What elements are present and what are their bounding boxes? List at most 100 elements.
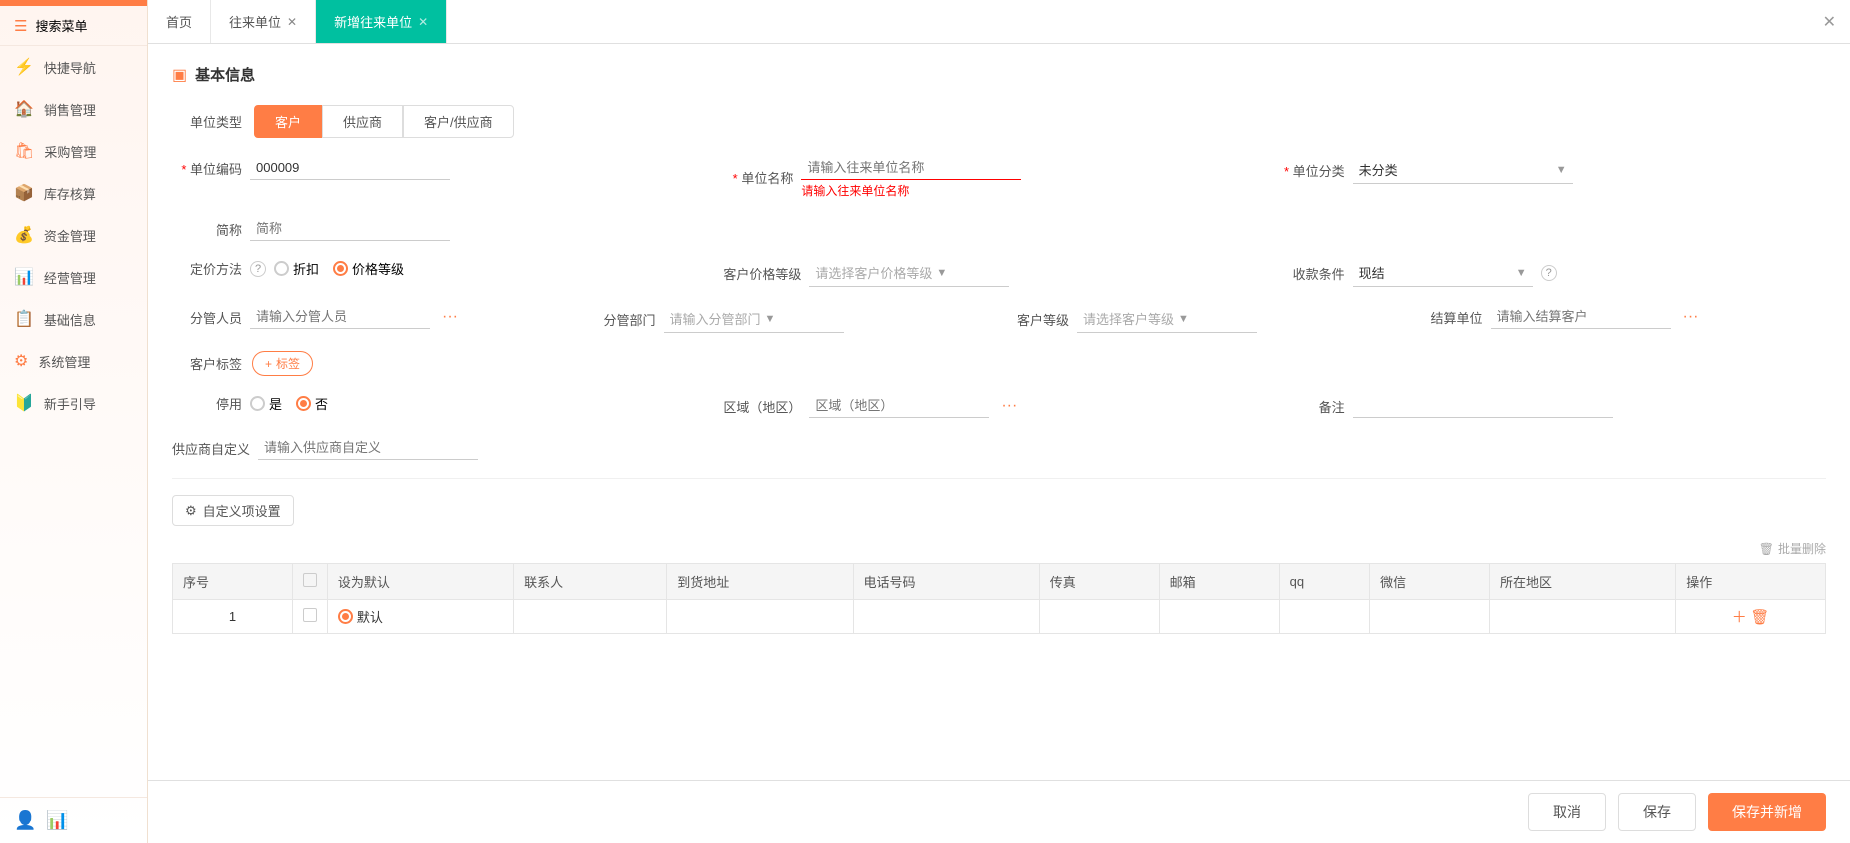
region-label: 区域（地区） (723, 397, 801, 416)
tab-partners-label: 往来单位 (229, 12, 281, 31)
tab-home[interactable]: 首页 (148, 0, 211, 43)
settlement-more-btn[interactable]: ··· (1679, 308, 1703, 326)
sidebar-item-finance[interactable]: 💰 资金管理 (0, 214, 147, 256)
radio-default[interactable]: 默认 (338, 607, 503, 626)
remarks-input[interactable] (1353, 394, 1613, 418)
purchase-icon: 🛍 (14, 141, 34, 161)
pricing-help-icon[interactable]: ? (250, 261, 266, 277)
radio-price-level-label: 价格等级 (352, 259, 404, 278)
tab-home-label: 首页 (166, 12, 192, 31)
row-fax (1039, 600, 1159, 634)
row-add-btn[interactable]: ＋ (1732, 606, 1747, 627)
tab-bar: 首页 往来单位 ✕ 新增往来单位 ✕ ✕ (148, 0, 1850, 44)
unit-category-select[interactable]: 未分类 ▼ (1353, 156, 1573, 184)
tab-new-partner-label: 新增往来单位 (334, 12, 412, 31)
radio-yes[interactable]: 是 (250, 394, 282, 413)
sidebar-item-sales[interactable]: 🏠 销售管理 (0, 88, 147, 130)
tab-partners-close[interactable]: ✕ (287, 15, 297, 29)
row-checkbox-cell (292, 600, 327, 634)
unit-btn-both[interactable]: 客户/供应商 (403, 105, 514, 138)
short-name-row: 简称 (172, 217, 1826, 241)
department-select[interactable]: 请输入分管部门 ▼ (664, 305, 844, 333)
unit-btn-customer[interactable]: 客户 (254, 105, 322, 138)
sidebar-item-purchase[interactable]: 🛍 采购管理 (0, 130, 147, 172)
settlement-input[interactable] (1491, 305, 1671, 329)
customer-price-level-select[interactable]: 请选择客户价格等级 ▼ (809, 259, 1009, 287)
col-contact: 联系人 (514, 564, 667, 600)
sidebar-search[interactable]: ☰ 搜索菜单 (0, 6, 147, 46)
sidebar-search-label: 搜索菜单 (35, 16, 87, 35)
save-button[interactable]: 保存 (1618, 793, 1696, 831)
unit-name-input[interactable] (801, 156, 1021, 180)
row-checkbox[interactable] (303, 608, 317, 622)
customer-price-level-chevron: ▼ (936, 267, 947, 279)
disabled-row: 停用 是 否 区域（地区） ··· 备注 (172, 394, 1826, 418)
sidebar-item-basic[interactable]: 📋 基础信息 (0, 298, 147, 340)
sidebar-item-label: 新手引导 (44, 394, 96, 413)
batch-delete-icon: 🗑 (1759, 542, 1774, 556)
row-delete-btn[interactable]: 🗑 (1750, 608, 1769, 626)
pricing-row: 定价方法 ? 折扣 价格等级 客户价格等级 请选择客户价格等级 (172, 259, 1826, 287)
customer-level-select[interactable]: 请选择客户等级 ▼ (1077, 305, 1257, 333)
tab-partners[interactable]: 往来单位 ✕ (211, 0, 316, 43)
sales-icon: 🏠 (14, 99, 34, 119)
col-action: 操作 (1676, 564, 1826, 600)
payment-terms-select[interactable]: 现结 ▼ (1353, 259, 1533, 287)
unit-btn-supplier[interactable]: 供应商 (322, 105, 403, 138)
sidebar-item-guide[interactable]: 🔰 新手引导 (0, 382, 147, 424)
add-tag-button[interactable]: + 标签 (252, 351, 313, 376)
manager-more-btn[interactable]: ··· (438, 308, 462, 326)
sidebar-item-quick-nav[interactable]: ⚡ 快捷导航 (0, 46, 147, 88)
payment-terms-value: 现结 (1359, 263, 1512, 282)
radio-discount[interactable]: 折扣 (274, 259, 319, 278)
sidebar-item-label: 系统管理 (38, 352, 90, 371)
pricing-radio-group: 折扣 价格等级 (274, 259, 404, 278)
radio-discount-circle (274, 261, 289, 276)
remarks-label: 备注 (1275, 397, 1345, 416)
unit-name-label: 单位名称 (723, 168, 793, 187)
row-default-label: 默认 (357, 607, 383, 626)
unit-code-input[interactable] (250, 156, 450, 180)
cancel-button[interactable]: 取消 (1528, 793, 1606, 831)
row-phone (853, 600, 1039, 634)
col-phone: 电话号码 (853, 564, 1039, 600)
basic-info-section: ▣ 基本信息 (172, 64, 1826, 85)
row-wechat (1370, 600, 1490, 634)
custom-settings-icon: ⚙ (185, 503, 197, 519)
sidebar-item-operations[interactable]: 📊 经营管理 (0, 256, 147, 298)
unit-name-group: 请输入往来单位名称 (801, 156, 1021, 199)
custom-settings-button[interactable]: ⚙ 自定义项设置 (172, 495, 294, 526)
sidebar-item-system[interactable]: ⚙ 系统管理 (0, 340, 147, 382)
radio-price-level[interactable]: 价格等级 (333, 259, 404, 278)
disabled-label: 停用 (172, 394, 242, 413)
row-default: 默认 (327, 600, 513, 634)
col-region: 所在地区 (1489, 564, 1675, 600)
manager-input[interactable] (250, 305, 430, 329)
close-all-tabs[interactable]: ✕ (1809, 0, 1850, 43)
region-more-btn[interactable]: ··· (997, 397, 1021, 415)
supplier-custom-input[interactable] (258, 436, 478, 460)
short-name-label: 简称 (172, 220, 242, 239)
tab-new-partner[interactable]: 新增往来单位 ✕ (316, 0, 447, 43)
col-wechat: 微信 (1370, 564, 1490, 600)
select-all-checkbox[interactable] (303, 573, 317, 587)
radio-no[interactable]: 否 (296, 394, 328, 413)
short-name-input[interactable] (250, 217, 450, 241)
sidebar-item-label: 销售管理 (44, 100, 96, 119)
customer-price-level-placeholder: 请选择客户价格等级 (815, 263, 932, 282)
sidebar-item-label: 快捷导航 (44, 58, 96, 77)
unit-category-value: 未分类 (1359, 160, 1552, 179)
save-new-button[interactable]: 保存并新增 (1708, 793, 1826, 831)
settlement-label: 结算单位 (1413, 308, 1483, 327)
payment-terms-help-icon[interactable]: ? (1541, 265, 1557, 281)
unit-type-buttons: 客户 供应商 客户/供应商 (254, 105, 514, 138)
department-placeholder: 请输入分管部门 (670, 309, 761, 328)
region-input[interactable] (809, 394, 989, 418)
settings-icon[interactable]: 📊 (46, 810, 68, 831)
tab-new-partner-close[interactable]: ✕ (418, 15, 428, 29)
batch-delete-button[interactable]: 🗑 批量删除 (1759, 540, 1826, 557)
col-fax: 传真 (1039, 564, 1159, 600)
user-icon[interactable]: 👤 (14, 810, 36, 831)
sidebar-item-inventory[interactable]: 📦 库存核算 (0, 172, 147, 214)
row-email (1159, 600, 1279, 634)
